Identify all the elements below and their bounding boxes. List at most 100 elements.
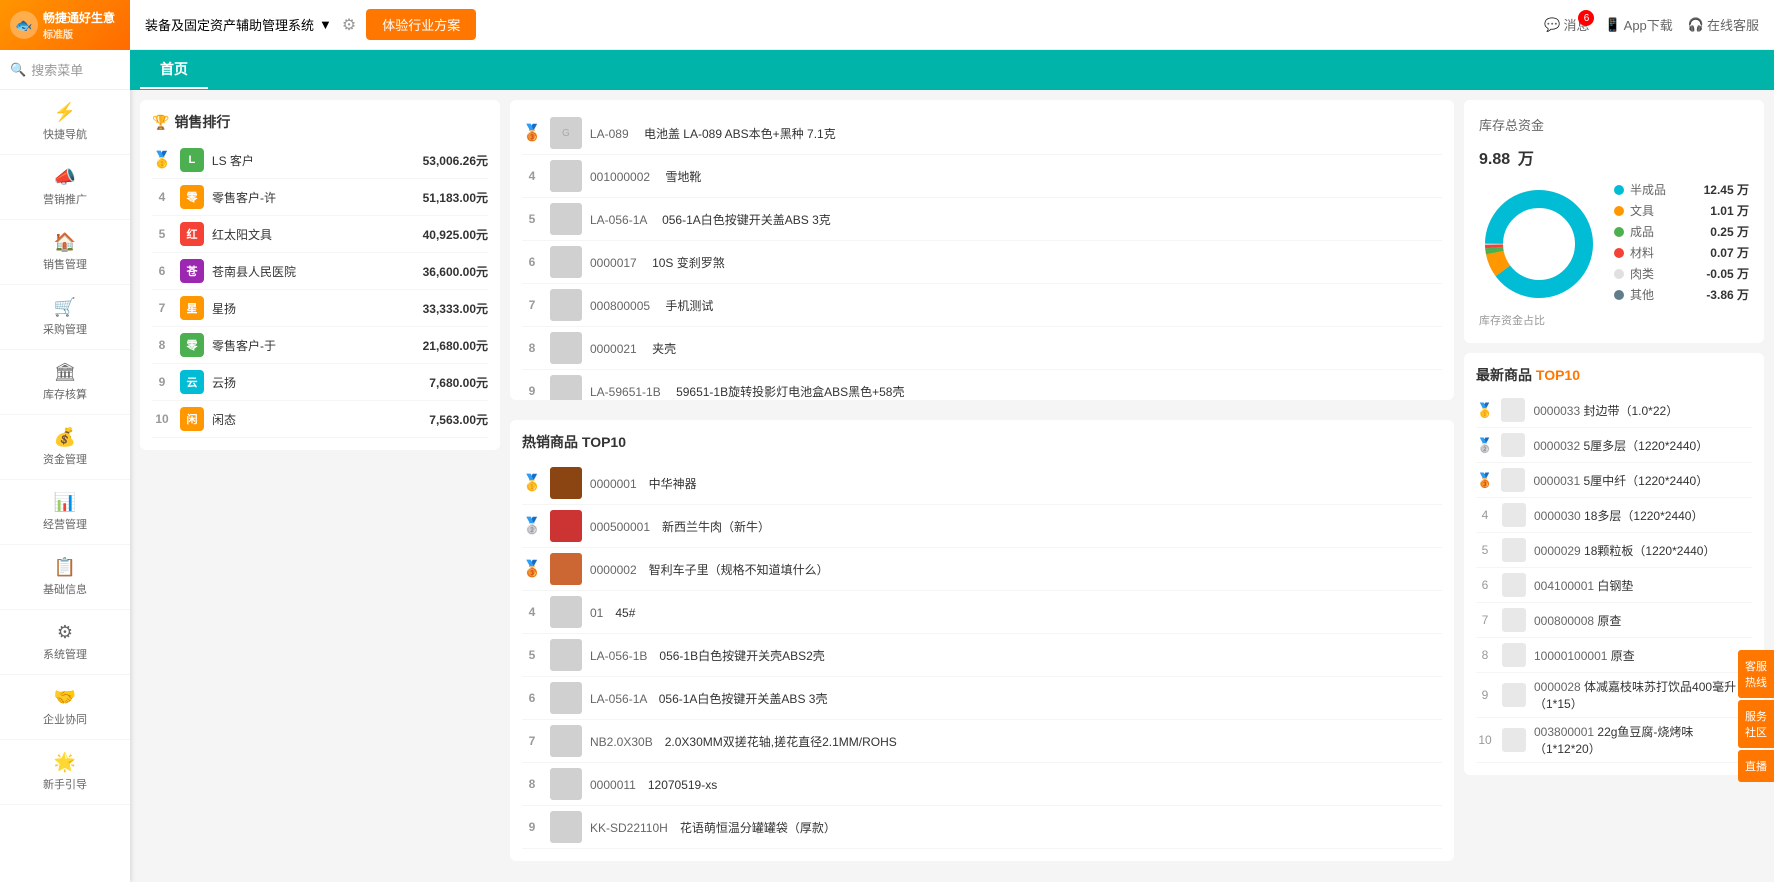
sidebar-nav-inventory[interactable]: 🏛 库存核算 xyxy=(0,350,130,415)
product-info-3: LA-089 电池盖 LA-089 ABS本色+黑种 7.1克 xyxy=(590,125,1442,142)
float-btn-community[interactable]: 服务社区 xyxy=(1738,700,1774,748)
hot-product-6[interactable]: 6 LA-056-1A 056-1A白色按键开关盖ABS 3壳 xyxy=(522,677,1442,720)
new-product-info-9: 0000028 体减嘉枝味苏打饮品400毫升（1*15） xyxy=(1534,678,1752,712)
product-rank-7[interactable]: 7 000800005 手机测试 xyxy=(522,284,1442,327)
product-rank-4[interactable]: 4 001000002 雪地靴 xyxy=(522,155,1442,198)
product-info-4: 001000002 雪地靴 xyxy=(590,168,1442,185)
sidebar-nav-basic[interactable]: 📋 基础信息 xyxy=(0,545,130,610)
rank-item-4[interactable]: 6 苍 苍南县人民医院 36,600.00元 xyxy=(152,253,488,290)
new-product-img-1 xyxy=(1501,398,1525,422)
product-info-8: 0000021 夹壳 xyxy=(590,340,1442,357)
sidebar-nav-operations[interactable]: 📊 经营管理 xyxy=(0,480,130,545)
purchase-label: 采购管理 xyxy=(43,321,87,337)
sidebar-nav-quick-nav[interactable]: ⚡ 快捷导航 xyxy=(0,90,130,155)
new-product-2[interactable]: 🥈 0000032 5厘多层（1220*2440） xyxy=(1476,428,1752,463)
rank-num-3: 5 xyxy=(152,227,172,241)
new-product-4[interactable]: 4 0000030 18多层（1220*2440） xyxy=(1476,498,1752,533)
product-info-7: 000800005 手机测试 xyxy=(590,297,1442,314)
new-product-info-10: 003800001 22g鱼豆腐-烧烤味（1*12*20） xyxy=(1534,723,1752,757)
sidebar-nav-cooperation[interactable]: 🤝 企业协同 xyxy=(0,675,130,740)
operations-icon: 📊 xyxy=(54,492,76,513)
app-download[interactable]: 📱 App下载 xyxy=(1604,15,1672,34)
product-rank-6[interactable]: 6 0000017 10S 变刹罗煞 xyxy=(522,241,1442,284)
system-icon: ⚙ xyxy=(57,622,73,643)
inventory-label: 库存核算 xyxy=(43,386,87,402)
sidebar-nav-guide[interactable]: 🌟 新手引导 xyxy=(0,740,130,805)
new-product-img-3 xyxy=(1501,468,1525,492)
tab-home[interactable]: 首页 xyxy=(140,51,208,89)
rank-item-5[interactable]: 7 星 星扬 33,333.00元 xyxy=(152,290,488,327)
rank-item-8[interactable]: 10 闲 闲态 7,563.00元 xyxy=(152,401,488,438)
new-product-3[interactable]: 🥉 0000031 5厘中纤（1220*2440） xyxy=(1476,463,1752,498)
online-service[interactable]: 🎧 在线客服 xyxy=(1688,15,1759,34)
new-product-img-10 xyxy=(1502,728,1526,752)
new-product-img-6 xyxy=(1502,573,1526,597)
messages-badge[interactable]: 💬 消息 6 xyxy=(1544,15,1589,34)
system-title-dropdown[interactable]: 装备及固定资产辅助管理系统 ▼ xyxy=(145,15,332,34)
legend-dot-1 xyxy=(1614,206,1624,216)
messages-count: 6 xyxy=(1578,10,1594,26)
float-btn-service[interactable]: 客服热线 xyxy=(1738,650,1774,698)
float-btn-broadcast[interactable]: 直播 xyxy=(1738,750,1774,782)
new-product-6[interactable]: 6 004100001 白钢垫 xyxy=(1476,568,1752,603)
product-rank-3[interactable]: 🥉 G LA-089 电池盖 LA-089 ABS本色+黑种 7.1克 xyxy=(522,112,1442,155)
hot-product-7[interactable]: 7 NB2.0X30B 2.0X30MM双搓花轴,搓花直径2.1MM/ROHS xyxy=(522,720,1442,763)
search-label: 搜索菜单 xyxy=(31,60,83,79)
rank-item-7[interactable]: 9 云 云扬 7,680.00元 xyxy=(152,364,488,401)
new-product-9[interactable]: 9 0000028 体减嘉枝味苏打饮品400毫升（1*15） xyxy=(1476,673,1752,718)
hot-products-label: 热销商品 TOP10 xyxy=(522,432,626,452)
hot-product-8[interactable]: 8 0000011 12070519-xs xyxy=(522,763,1442,806)
rank-amount-8: 7,563.00元 xyxy=(429,411,488,428)
float-buttons: 客服热线 服务社区 直播 xyxy=(1738,650,1774,782)
chart-container: 半成品 12.45 万 文具 1.01 万 成品 0.25 万 xyxy=(1479,181,1749,307)
sidebar-nav-sales[interactable]: 🏠 销售管理 xyxy=(0,220,130,285)
product-rank-8[interactable]: 8 0000021 夹壳 xyxy=(522,327,1442,370)
hot-product-5[interactable]: 5 LA-056-1B 056-1B白色按键开关壳ABS2壳 xyxy=(522,634,1442,677)
rank-num-4: 6 xyxy=(152,264,172,278)
hot-product-2[interactable]: 🥈 000500001 新西兰牛肉（新牛） xyxy=(522,505,1442,548)
new-products-card: 最新商品 TOP10 🥇 0000033 封边带（1.0*22） 🥈 00000… xyxy=(1464,353,1764,775)
new-product-10[interactable]: 10 003800001 22g鱼豆腐-烧烤味（1*12*20） xyxy=(1476,718,1752,763)
hot-img-9 xyxy=(550,811,582,843)
hot-product-3[interactable]: 🥉 0000002 智利车子里（规格不知道填什么） xyxy=(522,548,1442,591)
hot-info-5: LA-056-1B 056-1B白色按键开关壳ABS2壳 xyxy=(590,647,1442,664)
legend-label-0: 半成品 xyxy=(1630,181,1683,198)
sales-ranking-card: 🏆 销售排行 🥇 L LS 客户 53,006.26元 4 零 零售客户-许 5… xyxy=(140,100,500,450)
sidebar-nav-marketing[interactable]: 📣 营销推广 xyxy=(0,155,130,220)
hot-img-4 xyxy=(550,596,582,628)
chart-sub-title: 库存资金占比 xyxy=(1479,312,1749,328)
hot-product-4[interactable]: 4 01 45# xyxy=(522,591,1442,634)
rank-item-2[interactable]: 4 零 零售客户-许 51,183.00元 xyxy=(152,179,488,216)
product-rank-5[interactable]: 5 LA-056-1A 056-1A白色按键开关盖ABS 3克 xyxy=(522,198,1442,241)
rank-item-3[interactable]: 5 红 红太阳文具 40,925.00元 xyxy=(152,216,488,253)
rank-avatar-6: 零 xyxy=(180,333,204,357)
new-product-7[interactable]: 7 000800008 原查 xyxy=(1476,603,1752,638)
new-product-5[interactable]: 5 0000029 18颗粒板（1220*2440） xyxy=(1476,533,1752,568)
new-product-img-5 xyxy=(1502,538,1526,562)
sidebar-nav-finance[interactable]: 💰 资金管理 xyxy=(0,415,130,480)
product-sales-card: 🥉 G LA-089 电池盖 LA-089 ABS本色+黑种 7.1克 4 00… xyxy=(510,100,1454,400)
header: 装备及固定资产辅助管理系统 ▼ ⚙ 体验行业方案 💬 消息 6 📱 App下载 … xyxy=(130,0,1774,50)
hot-img-8 xyxy=(550,768,582,800)
trial-button[interactable]: 体验行业方案 xyxy=(366,9,476,40)
hot-product-1[interactable]: 🥇 0000001 中华神器 xyxy=(522,462,1442,505)
hot-img-7 xyxy=(550,725,582,757)
hot-info-7: NB2.0X30B 2.0X30MM双搓花轴,搓花直径2.1MM/ROHS xyxy=(590,733,1442,750)
sidebar-nav-purchase[interactable]: 🛒 采购管理 xyxy=(0,285,130,350)
rank-amount-2: 51,183.00元 xyxy=(423,189,488,206)
new-product-8[interactable]: 8 10000100001 原查 xyxy=(1476,638,1752,673)
new-product-1[interactable]: 🥇 0000033 封边带（1.0*22） xyxy=(1476,393,1752,428)
product-rank-9[interactable]: 9 LA-59651-1B 59651-1B旋转投影灯电池盒ABS黑色+58壳 xyxy=(522,370,1442,400)
hot-medal-1: 🥇 xyxy=(522,473,542,493)
rank-name-7: 云扬 xyxy=(212,374,421,391)
sidebar-nav-system[interactable]: ⚙ 系统管理 xyxy=(0,610,130,675)
hot-product-9[interactable]: 9 KK-SD22110H 花语萌恒温分罐罐袋（厚款） xyxy=(522,806,1442,849)
hot-info-3: 0000002 智利车子里（规格不知道填什么） xyxy=(590,561,1442,578)
rank-item-6[interactable]: 8 零 零售客户-于 21,680.00元 xyxy=(152,327,488,364)
sidebar-search[interactable]: 🔍 搜索菜单 xyxy=(0,50,130,90)
rank-item-1[interactable]: 🥇 L LS 客户 53,006.26元 xyxy=(152,142,488,179)
purchase-icon: 🛒 xyxy=(54,297,76,318)
settings-icon[interactable]: ⚙ xyxy=(342,15,356,35)
sales-ranking-title: 🏆 销售排行 xyxy=(152,112,488,132)
hot-img-5 xyxy=(550,639,582,671)
